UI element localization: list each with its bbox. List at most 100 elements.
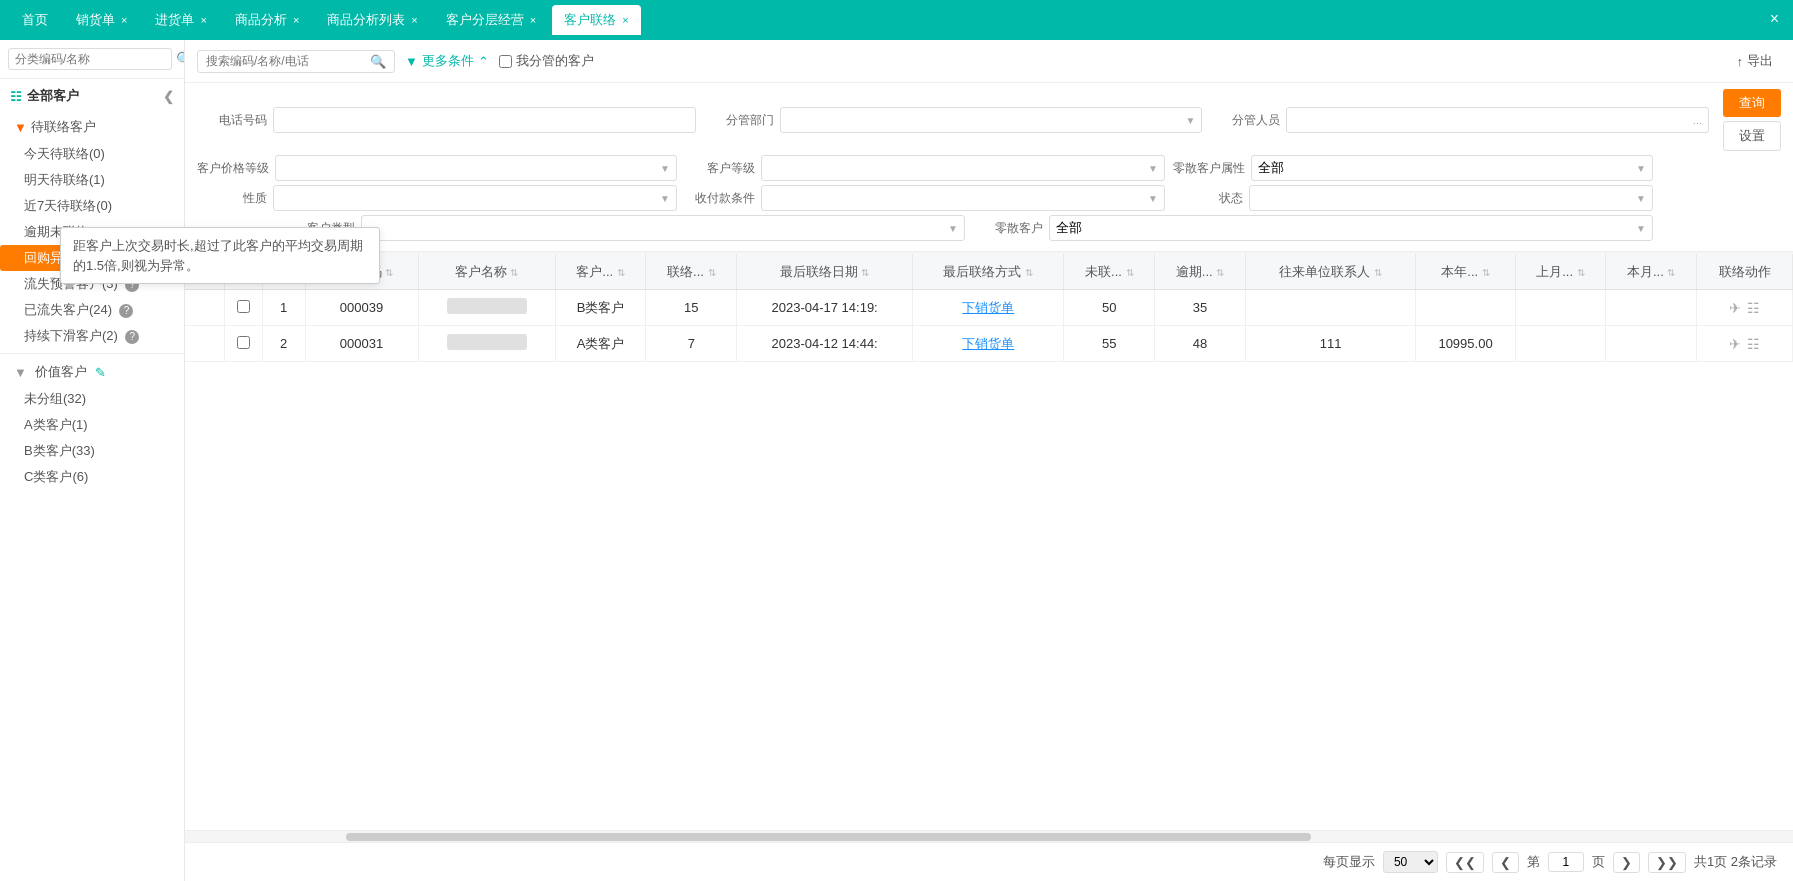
search-icon[interactable]: 🔍 bbox=[370, 54, 386, 69]
retail-customer-select[interactable]: 全部 ▼ bbox=[1049, 215, 1653, 241]
customer-level-select[interactable]: ▼ bbox=[761, 155, 1165, 181]
sidebar-all-customers[interactable]: ☷ 全部客户 ❮ bbox=[0, 79, 184, 113]
value-arrow-icon: ▼ bbox=[14, 365, 27, 380]
sidebar-today-pending[interactable]: 今天待联络(0) bbox=[0, 141, 184, 167]
my-customers-checkbox[interactable] bbox=[499, 55, 512, 68]
decline-label: 持续下滑客户(2) bbox=[24, 328, 118, 343]
nav-customer-contact-close[interactable]: × bbox=[622, 14, 628, 26]
row-last-month-0 bbox=[1515, 290, 1606, 326]
search-input[interactable] bbox=[206, 54, 366, 68]
nav-product-analysis-close[interactable]: × bbox=[293, 14, 299, 26]
hscroll-thumb[interactable] bbox=[346, 833, 1311, 841]
nav-purchase-label: 进货单 bbox=[155, 11, 194, 29]
nav-product-analysis-label: 商品分析 bbox=[235, 11, 287, 29]
hscroll-bar[interactable] bbox=[185, 830, 1793, 842]
dept-select[interactable]: ▼ bbox=[780, 107, 1203, 133]
export-label: 导出 bbox=[1747, 52, 1773, 70]
row-actions-0: ✈ ☷ bbox=[1697, 290, 1793, 326]
page-input[interactable] bbox=[1548, 852, 1584, 872]
already-lost-label: 已流失客户(24) bbox=[24, 302, 112, 317]
payment-select[interactable]: ▼ bbox=[761, 185, 1165, 211]
payment-label: 收付款条件 bbox=[685, 190, 755, 207]
row-checkbox[interactable] bbox=[237, 336, 250, 349]
all-customers-label: 全部客户 bbox=[27, 87, 79, 105]
nav-customer-segment[interactable]: 客户分层经营 × bbox=[434, 5, 548, 35]
export-button[interactable]: ↑ 导出 bbox=[1729, 48, 1782, 74]
table-row: 2 000031 A类客户 7 2023-04-12 14:44: 下销货单 5… bbox=[185, 326, 1793, 362]
tomorrow-pending-label: 明天待联络(1) bbox=[24, 172, 105, 187]
row-name-1 bbox=[418, 326, 555, 362]
phone-label: 电话号码 bbox=[197, 112, 267, 129]
row-method-link-0[interactable]: 下销货单 bbox=[962, 300, 1014, 315]
per-page-select[interactable]: 50 20 100 bbox=[1383, 851, 1438, 873]
sidebar-search-input[interactable] bbox=[8, 48, 172, 70]
sidebar-a-class[interactable]: A类客户(1) bbox=[0, 412, 184, 438]
sidebar-7day-pending[interactable]: 近7天待联络(0) bbox=[0, 193, 184, 219]
sidebar-c-class[interactable]: C类客户(6) bbox=[0, 464, 184, 490]
row-action-contact-0[interactable]: ✈ bbox=[1729, 300, 1741, 316]
nav-purchase[interactable]: 进货单 × bbox=[143, 5, 218, 35]
nav-customer-contact[interactable]: 客户联络 × bbox=[552, 5, 640, 35]
person-select[interactable]: ... bbox=[1286, 107, 1709, 133]
conditions-actions: 查询 设置 bbox=[1723, 89, 1781, 151]
person-more-icon[interactable]: ... bbox=[1693, 114, 1702, 126]
sidebar-already-lost[interactable]: 已流失客户(24) ? bbox=[0, 297, 184, 323]
nav-home-label: 首页 bbox=[22, 11, 48, 29]
nature-label: 性质 bbox=[197, 190, 267, 207]
edit-value-icon[interactable]: ✎ bbox=[95, 365, 106, 380]
nav-product-list-close[interactable]: × bbox=[411, 14, 417, 26]
phone-input[interactable] bbox=[273, 107, 696, 133]
sidebar-pending-group[interactable]: ▼ 待联络客户 bbox=[0, 113, 184, 141]
conditions-row-1: 电话号码 分管部门 ▼ 分管人员 ... bbox=[197, 89, 1781, 151]
sidebar-tomorrow-pending[interactable]: 明天待联络(1) bbox=[0, 167, 184, 193]
table-row: 1 000039 B类客户 15 2023-04-17 14:19: 下销货单 … bbox=[185, 290, 1793, 326]
nav-purchase-close[interactable]: × bbox=[200, 14, 206, 26]
table-body: 1 000039 B类客户 15 2023-04-17 14:19: 下销货单 … bbox=[185, 290, 1793, 362]
page-suffix: 页 bbox=[1592, 853, 1605, 871]
already-lost-info-icon: ? bbox=[119, 304, 133, 318]
row-action-more-1[interactable]: ☷ bbox=[1747, 336, 1760, 352]
more-conditions-label: 更多条件 bbox=[422, 52, 474, 70]
row-action-contact-1[interactable]: ✈ bbox=[1729, 336, 1741, 352]
retail-attr-select[interactable]: 全部 ▼ bbox=[1251, 155, 1653, 181]
nav-sales-close[interactable]: × bbox=[121, 14, 127, 26]
nav-product-analysis[interactable]: 商品分析 × bbox=[223, 5, 311, 35]
pagination-bar: 每页显示 50 20 100 ❮❮ ❮ 第 页 ❯ ❯❯ 共1页 2条记录 bbox=[185, 842, 1793, 881]
table-area[interactable]: ⚙ * 客户编码 客户名称 客户... bbox=[185, 254, 1793, 830]
nav-sales[interactable]: 销货单 × bbox=[64, 5, 139, 35]
query-button[interactable]: 查询 bbox=[1723, 89, 1781, 117]
7day-pending-label: 近7天待联络(0) bbox=[24, 198, 112, 213]
row-method-link-1[interactable]: 下销货单 bbox=[962, 336, 1014, 351]
sidebar-b-class[interactable]: B类客户(33) bbox=[0, 438, 184, 464]
nature-select[interactable]: ▼ bbox=[273, 185, 677, 211]
export-icon: ↑ bbox=[1737, 54, 1744, 69]
sidebar-unclassified[interactable]: 未分组(32) bbox=[0, 386, 184, 412]
retail-attr-value: 全部 bbox=[1258, 159, 1284, 177]
row-checkbox[interactable] bbox=[237, 300, 250, 313]
next-page-button[interactable]: ❯ bbox=[1613, 852, 1640, 873]
close-all-button[interactable]: × bbox=[1770, 10, 1779, 28]
content-area: 🔍 ▼ 更多条件 ⌃ 我分管的客户 ↑ 导出 电话号码 bbox=[185, 40, 1793, 881]
settings-button[interactable]: 设置 bbox=[1723, 121, 1781, 151]
sidebar: 🔍 ☷ 全部客户 ❮ ▼ 待联络客户 今天待联络(0) 明天待联络(1) 近7天… bbox=[0, 40, 185, 881]
price-level-select[interactable]: ▼ bbox=[275, 155, 677, 181]
sidebar-decline[interactable]: 持续下滑客户(2) ? bbox=[0, 323, 184, 349]
prev-page-button[interactable]: ❮ bbox=[1492, 852, 1519, 873]
first-page-button[interactable]: ❮❮ bbox=[1446, 852, 1484, 873]
sidebar-search-icon[interactable]: 🔍 bbox=[176, 51, 185, 67]
row-action-more-0[interactable]: ☷ bbox=[1747, 300, 1760, 316]
row-code-1: 000031 bbox=[305, 326, 418, 362]
nav-customer-segment-close[interactable]: × bbox=[530, 14, 536, 26]
row-last-date-1: 2023-04-12 14:44: bbox=[737, 326, 913, 362]
condition-nature: 性质 ▼ bbox=[197, 185, 677, 211]
sidebar-value-group[interactable]: ▼ 价值客户 ✎ bbox=[0, 358, 184, 386]
my-customers-filter[interactable]: 我分管的客户 bbox=[499, 52, 594, 70]
status-select[interactable]: ▼ bbox=[1249, 185, 1653, 211]
customer-type-select[interactable]: ▼ bbox=[361, 215, 965, 241]
more-conditions-btn[interactable]: ▼ 更多条件 ⌃ bbox=[405, 52, 489, 70]
a-class-label: A类客户(1) bbox=[24, 417, 88, 432]
last-page-button[interactable]: ❯❯ bbox=[1648, 852, 1686, 873]
row-checkbox-0 bbox=[224, 290, 262, 326]
nav-home[interactable]: 首页 bbox=[10, 5, 60, 35]
nav-product-list[interactable]: 商品分析列表 × bbox=[315, 5, 429, 35]
